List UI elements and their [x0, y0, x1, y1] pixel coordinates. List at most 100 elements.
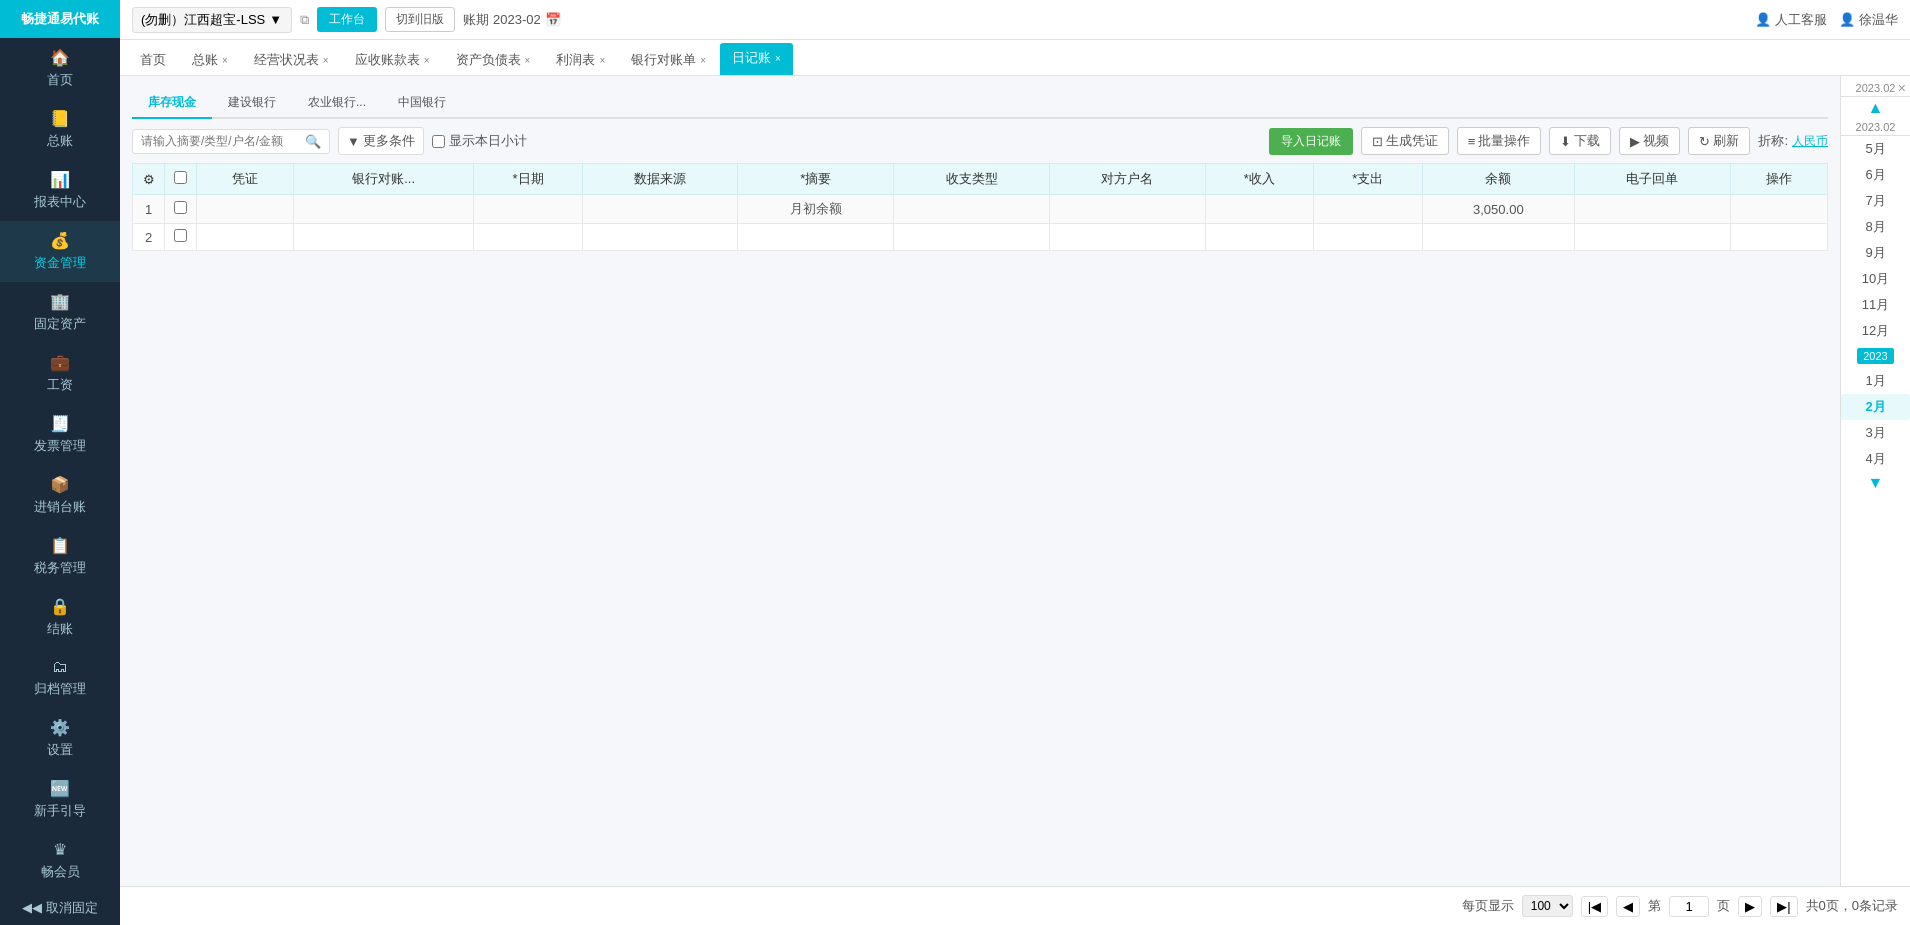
last-page-button[interactable]: ▶|: [1770, 896, 1797, 917]
row2-balance: [1422, 224, 1575, 251]
per-page-select[interactable]: 100: [1522, 895, 1573, 917]
th-source: 数据来源: [582, 164, 738, 195]
tab-home[interactable]: 首页: [128, 45, 178, 75]
page-label: 第: [1648, 897, 1661, 915]
tab-receivable-close[interactable]: ×: [424, 55, 430, 66]
search-icon[interactable]: 🔍: [305, 134, 321, 149]
sidebar-item-close-books[interactable]: 🔒 结账: [0, 587, 120, 648]
search-box[interactable]: 🔍: [132, 129, 330, 154]
row2-voucher: [197, 224, 294, 251]
first-page-button[interactable]: |◀: [1581, 896, 1608, 917]
page-unit: 页: [1717, 897, 1730, 915]
sidebar-item-wages[interactable]: 💼 工资: [0, 343, 120, 404]
timeline-close-button[interactable]: ×: [1898, 80, 1906, 96]
timeline-nav-down[interactable]: ▼: [1866, 472, 1886, 494]
per-page-label: 每页显示: [1462, 897, 1514, 915]
filter-button[interactable]: ▼ 更多条件: [338, 127, 424, 155]
sidebar-item-tax[interactable]: 📋 税务管理: [0, 526, 120, 587]
company-selector[interactable]: (勿删）江西超宝-LSS ▼: [132, 7, 292, 33]
timeline-month-7[interactable]: 7月: [1841, 188, 1910, 214]
tab-business-close[interactable]: ×: [323, 55, 329, 66]
tab-journal[interactable]: 日记账 ×: [720, 43, 793, 75]
tab-bank-close[interactable]: ×: [700, 55, 706, 66]
row2-checkbox[interactable]: [165, 224, 197, 251]
customer-service[interactable]: 👤 人工客服: [1755, 11, 1827, 29]
sidebar-item-invoice[interactable]: 🧾 发票管理: [0, 404, 120, 465]
tab-profit[interactable]: 利润表 ×: [544, 45, 617, 75]
search-input[interactable]: [141, 134, 301, 148]
tab-profit-close[interactable]: ×: [599, 55, 605, 66]
download-button[interactable]: ⬇ 下载: [1549, 127, 1611, 155]
timeline-year-2023[interactable]: 2023: [1857, 348, 1893, 364]
gen-voucher-button[interactable]: ⊡ 生成凭证: [1361, 127, 1449, 155]
view-button[interactable]: ▶ 视频: [1619, 127, 1680, 155]
sub-tab-ccb[interactable]: 建设银行: [212, 88, 292, 119]
timeline-month-9[interactable]: 9月: [1841, 240, 1910, 266]
show-daily-checkbox[interactable]: 显示本日小计: [432, 132, 527, 150]
daily-checkbox-input[interactable]: [432, 135, 445, 148]
row1-checkbox[interactable]: [165, 195, 197, 224]
page-input[interactable]: [1669, 896, 1709, 917]
tab-bank[interactable]: 银行对账单 ×: [619, 45, 718, 75]
prev-page-button[interactable]: ◀: [1616, 896, 1640, 917]
sub-tab-abc[interactable]: 农业银行...: [292, 88, 382, 119]
row1-balance: 3,050.00: [1422, 195, 1575, 224]
tab-assets-liab[interactable]: 资产负债表 ×: [444, 45, 543, 75]
row1-actions: [1730, 195, 1827, 224]
th-settings[interactable]: ⚙: [133, 164, 165, 195]
table-row: 2: [133, 224, 1828, 251]
timeline-month-2[interactable]: 2月: [1841, 394, 1910, 420]
sidebar-item-label: 工资: [47, 376, 73, 394]
topbar-right: 👤 人工客服 👤 徐温华: [1755, 11, 1898, 29]
timeline-month-6[interactable]: 6月: [1841, 162, 1910, 188]
tab-journal-close[interactable]: ×: [775, 53, 781, 64]
sidebar-item-label: 固定资产: [34, 315, 86, 333]
th-summary: *摘要: [738, 164, 894, 195]
th-checkbox[interactable]: [165, 164, 197, 195]
sub-tab-boc[interactable]: 中国银行: [382, 88, 462, 119]
copy-icon[interactable]: ⧉: [300, 12, 309, 28]
th-e-invoice: 电子回单: [1575, 164, 1731, 195]
timeline-month-10[interactable]: 10月: [1841, 266, 1910, 292]
pin-toggle[interactable]: ◀◀ 取消固定: [0, 891, 120, 925]
sidebar-item-member[interactable]: ♛ 畅会员: [0, 830, 120, 891]
sidebar-item-reports[interactable]: 📊 报表中心: [0, 160, 120, 221]
import-journal-button[interactable]: 导入日记账: [1269, 128, 1353, 155]
user-profile[interactable]: 👤 徐温华: [1839, 11, 1898, 29]
switch-old-button[interactable]: 切到旧版: [385, 7, 455, 32]
sidebar-item-assets[interactable]: 🏢 固定资产: [0, 282, 120, 343]
sub-tabbar: 库存现金 建设银行 农业银行... 中国银行: [132, 88, 1828, 119]
journal-page: 库存现金 建设银行 农业银行... 中国银行 🔍 ▼ 更多条件 显示本日小计: [120, 76, 1840, 886]
sidebar-item-guide[interactable]: 🆕 新手引导: [0, 769, 120, 830]
sub-tab-cash[interactable]: 库存现金: [132, 88, 212, 119]
refresh-button[interactable]: ↻ 刷新: [1688, 127, 1750, 155]
timeline-month-5[interactable]: 5月: [1841, 136, 1910, 162]
timeline-month-12[interactable]: 12月: [1841, 318, 1910, 344]
next-page-button[interactable]: ▶: [1738, 896, 1762, 917]
tab-ledger[interactable]: 总账 ×: [180, 45, 240, 75]
timeline-month-3[interactable]: 3月: [1841, 420, 1910, 446]
sidebar-item-cash[interactable]: 💰 资金管理: [0, 221, 120, 282]
tab-business[interactable]: 经营状况表 ×: [242, 45, 341, 75]
calendar-icon[interactable]: 📅: [545, 12, 561, 27]
currency-value[interactable]: 人民币: [1792, 133, 1828, 150]
batch-op-button[interactable]: ≡ 批量操作: [1457, 127, 1542, 155]
timeline-month-1[interactable]: 1月: [1841, 368, 1910, 394]
sidebar-item-home[interactable]: 🏠 首页: [0, 38, 120, 99]
sidebar-item-sales[interactable]: 📦 进销台账: [0, 465, 120, 526]
work-platform-button[interactable]: 工作台: [317, 7, 377, 32]
timeline-year-prev: 2023.02: [1841, 119, 1910, 136]
timeline-month-8[interactable]: 8月: [1841, 214, 1910, 240]
timeline-month-4[interactable]: 4月: [1841, 446, 1910, 472]
sidebar-item-settings[interactable]: ⚙️ 设置: [0, 708, 120, 769]
sidebar-item-ledger[interactable]: 📒 总账: [0, 99, 120, 160]
tab-ledger-close[interactable]: ×: [222, 55, 228, 66]
timeline-nav-up[interactable]: ▲: [1866, 97, 1886, 119]
tab-receivable[interactable]: 应收账款表 ×: [343, 45, 442, 75]
row1-e-invoice: [1575, 195, 1731, 224]
timeline-month-11[interactable]: 11月: [1841, 292, 1910, 318]
sidebar-item-archive[interactable]: 🗂 归档管理: [0, 648, 120, 708]
sidebar-item-label: 新手引导: [34, 802, 86, 820]
select-all-checkbox[interactable]: [174, 171, 187, 184]
tab-assets-liab-close[interactable]: ×: [525, 55, 531, 66]
